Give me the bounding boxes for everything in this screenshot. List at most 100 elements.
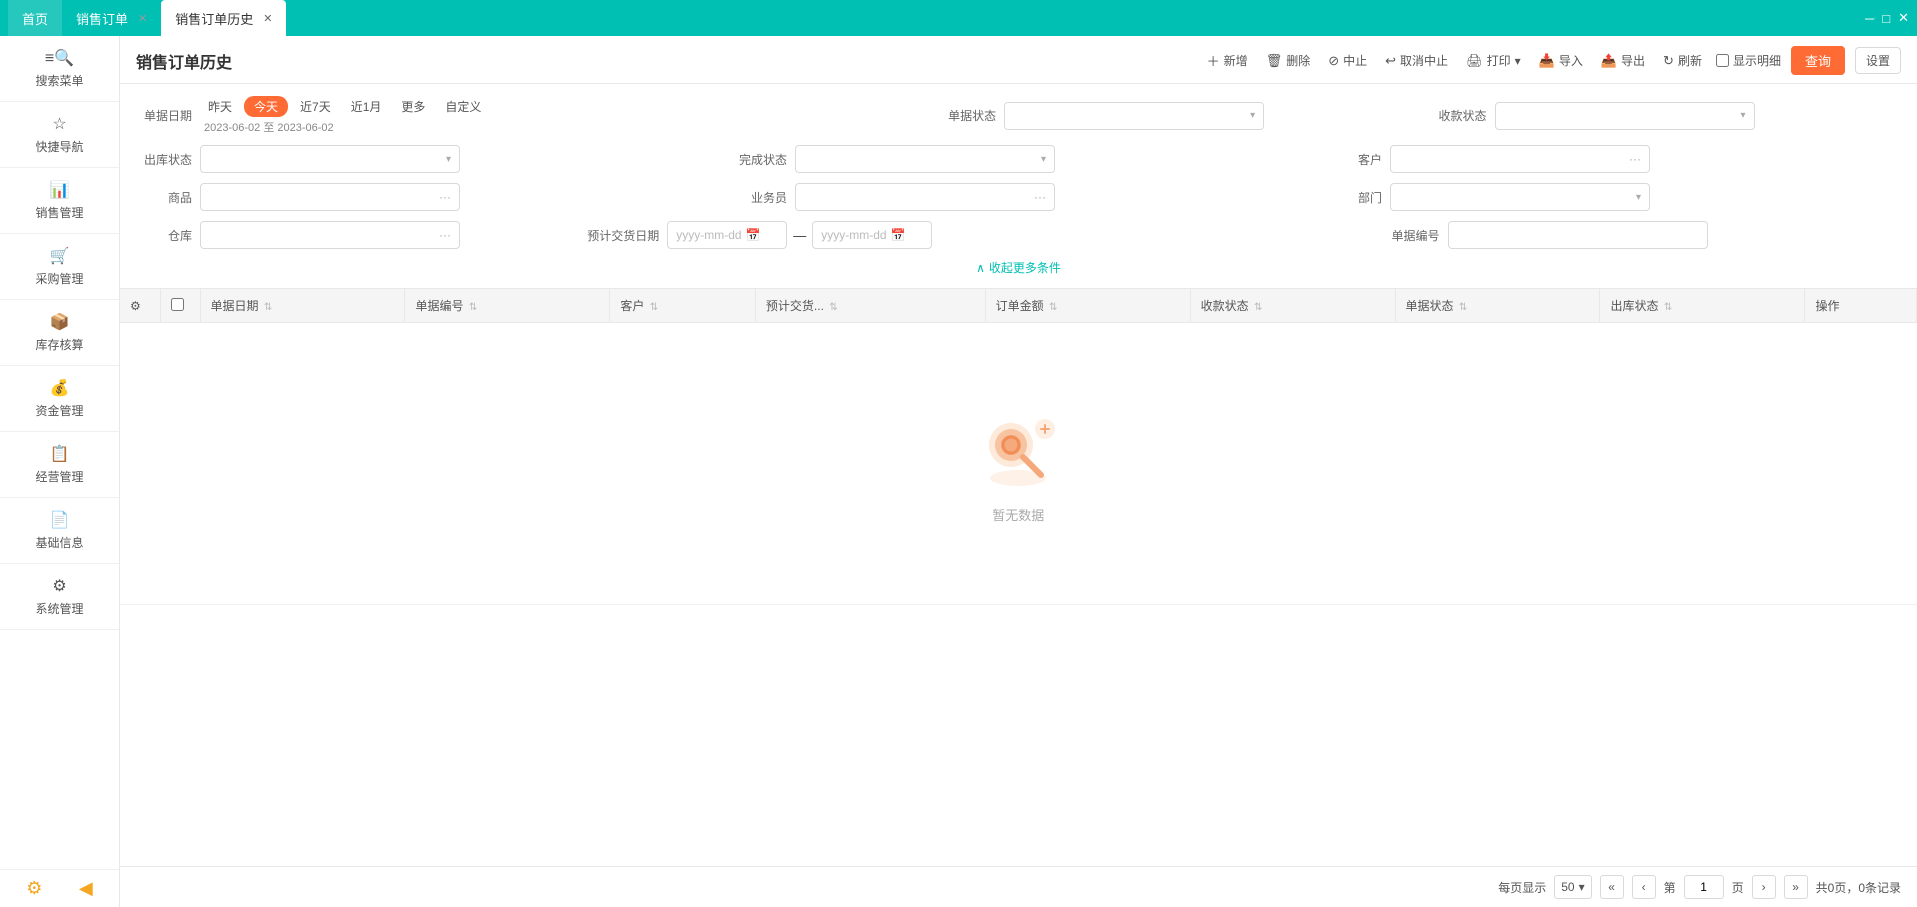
date-yesterday[interactable]: 昨天 [200, 96, 240, 117]
new-icon: ＋ [1207, 51, 1220, 70]
th-doc-status[interactable]: 单据状态 ⇅ [1395, 289, 1600, 323]
settings-button[interactable]: 设置 [1855, 47, 1901, 74]
inventory-icon: 📦 [50, 312, 70, 332]
th-receipt-status[interactable]: 收款状态 ⇅ [1190, 289, 1395, 323]
ops-mgmt-icon: 📋 [50, 444, 70, 464]
date-7days[interactable]: 近7天 [292, 96, 339, 117]
table-body: 暂无数据 [120, 323, 1917, 605]
th-delivery-status[interactable]: 出库状态 ⇅ [1600, 289, 1805, 323]
close-window-btn[interactable]: ✕ [1898, 10, 1909, 26]
filter-row-2: 出库状态 ▾ 完成状态 ▾ 客户 [136, 145, 1901, 173]
export-button[interactable]: 📤 导出 [1597, 50, 1649, 71]
delivery-date-to[interactable]: yyyy-mm-dd 📅 [812, 221, 932, 249]
filter-row-1: 单据日期 昨天 今天 近7天 近1月 更多 自定义 2023-06-02 至 2… [136, 96, 1901, 135]
empty-icon [973, 403, 1063, 493]
th-expected-delivery-label: 预计交货... [766, 299, 824, 313]
goods-input[interactable]: ··· [200, 183, 460, 211]
query-button[interactable]: 查询 [1791, 46, 1845, 75]
date-range-display: 2023-06-02 至 2023-06-02 [204, 119, 489, 135]
th-doc-number[interactable]: 单据编号 ⇅ [405, 289, 610, 323]
sidebar-item-quick-nav[interactable]: ☆ 快捷导航 [0, 102, 119, 168]
quick-nav-icon: ☆ [52, 114, 66, 134]
stop-label: 中止 [1343, 52, 1367, 69]
stop-button[interactable]: ⊘ 中止 [1324, 50, 1371, 71]
sidebar-item-purchase-mgmt[interactable]: 🛒 采购管理 [0, 234, 119, 300]
delivery-date-label: 预计交货日期 [587, 227, 659, 244]
department-label: 部门 [1326, 189, 1382, 206]
prev-page-btn[interactable]: ‹ [1632, 875, 1656, 899]
receipt-status-label: 收款状态 [1431, 107, 1487, 124]
th-expected-delivery[interactable]: 预计交货... ⇅ [755, 289, 985, 323]
tab-sales-order-label: 销售订单 [76, 9, 128, 28]
filter-doc-number: 单据编号 [1384, 221, 1902, 249]
tab-sales-order-close[interactable]: ✕ [138, 12, 147, 25]
sidebar-settings-icon[interactable]: ⚙ [26, 878, 42, 899]
tab-home[interactable]: 首页 [8, 0, 62, 36]
th-checkbox[interactable] [160, 289, 200, 323]
sidebar-item-sys-mgmt[interactable]: ⚙ 系统管理 [0, 564, 119, 630]
th-doc-date[interactable]: 单据日期 ⇅ [200, 289, 405, 323]
date-today[interactable]: 今天 [244, 96, 288, 117]
print-button[interactable]: 🖨 打印 ▾ [1462, 50, 1525, 71]
customer-input[interactable]: ··· [1390, 145, 1650, 173]
page-number-input[interactable] [1684, 875, 1724, 899]
completion-status-select[interactable]: ▾ [795, 145, 1055, 173]
tab-sales-order[interactable]: 销售订单 ✕ [62, 0, 161, 36]
delete-button[interactable]: 🗑 删除 [1262, 50, 1315, 71]
sidebar-item-capital-mgmt[interactable]: 💰 资金管理 [0, 366, 119, 432]
delivery-date-to-value: yyyy-mm-dd [821, 228, 886, 242]
sidebar-item-sales-mgmt-label: 销售管理 [35, 204, 83, 221]
collapse-filter-btn[interactable]: ∧ 收起更多条件 [136, 259, 1901, 276]
filter-customer: 客户 ··· [1326, 145, 1901, 173]
doc-number-label: 单据编号 [1384, 227, 1440, 244]
search-menu-icon: ≡🔍 [45, 48, 74, 68]
th-order-amount[interactable]: 订单金额 ⇅ [985, 289, 1190, 323]
filter-row-3: 商品 ··· 业务员 ··· 部门 [136, 183, 1901, 211]
sidebar-item-purchase-mgmt-label: 采购管理 [35, 270, 83, 287]
receipt-status-select[interactable]: ▾ [1495, 102, 1755, 130]
date-more[interactable]: 更多 [393, 96, 433, 117]
minimize-btn[interactable]: ─ [1865, 11, 1874, 26]
sort-delivery-status-icon: ⇅ [1664, 302, 1672, 313]
cancel-stop-button[interactable]: ↩ 取消中止 [1381, 50, 1452, 71]
date-custom[interactable]: 自定义 [437, 96, 489, 117]
select-all-checkbox[interactable] [171, 298, 184, 311]
th-settings[interactable]: ⚙ [120, 289, 160, 323]
sidebar-item-search-menu[interactable]: ≡🔍 搜索菜单 [0, 36, 119, 102]
last-page-btn[interactable]: » [1784, 875, 1808, 899]
department-select[interactable]: ▾ [1390, 183, 1650, 211]
prev-page-icon: ‹ [1642, 880, 1646, 894]
salesperson-label: 业务员 [731, 189, 787, 206]
date-1month[interactable]: 近1月 [343, 96, 390, 117]
maximize-btn[interactable]: □ [1882, 11, 1890, 26]
doc-number-input[interactable] [1448, 221, 1708, 249]
tab-sales-order-history[interactable]: 销售订单历史 ✕ [161, 0, 286, 36]
display-columns-checkbox[interactable] [1716, 54, 1729, 67]
tab-sales-order-history-close[interactable]: ✕ [263, 12, 272, 25]
display-columns-check[interactable]: 显示明细 [1716, 52, 1781, 69]
delivery-status-select[interactable]: ▾ [200, 145, 460, 173]
tab-sales-order-history-label: 销售订单历史 [175, 9, 253, 28]
print-icon: 🖨 [1466, 53, 1483, 69]
new-button[interactable]: ＋ 新增 [1203, 49, 1252, 72]
refresh-button[interactable]: ↻ 刷新 [1659, 50, 1706, 71]
pagination-bar: 每页显示 50 ▾ « ‹ 第 页 › » 共0页，0条记录 [120, 866, 1917, 907]
th-delivery-status-label: 出库状态 [1610, 299, 1658, 313]
sidebar-collapse-icon[interactable]: ◀ [79, 878, 93, 899]
sidebar-item-basic-info[interactable]: 📄 基础信息 [0, 498, 119, 564]
sidebar-item-sales-mgmt[interactable]: 📊 销售管理 [0, 168, 119, 234]
import-button[interactable]: 📥 导入 [1535, 50, 1587, 71]
th-customer[interactable]: 客户 ⇅ [610, 289, 756, 323]
sidebar-item-inventory[interactable]: 📦 库存核算 [0, 300, 119, 366]
delivery-date-from[interactable]: yyyy-mm-dd 📅 [667, 221, 787, 249]
doc-status-select[interactable]: ▾ [1004, 102, 1264, 130]
first-page-btn[interactable]: « [1600, 875, 1624, 899]
next-page-btn[interactable]: › [1752, 875, 1776, 899]
salesperson-input[interactable]: ··· [795, 183, 1055, 211]
page-size-select[interactable]: 50 ▾ [1554, 875, 1591, 899]
sidebar: ≡🔍 搜索菜单 ☆ 快捷导航 📊 销售管理 🛒 采购管理 📦 库存核算 💰 资金… [0, 36, 120, 907]
sort-receipt-status-icon: ⇅ [1254, 302, 1262, 313]
warehouse-input[interactable]: ··· [200, 221, 460, 249]
sidebar-item-ops-mgmt[interactable]: 📋 经营管理 [0, 432, 119, 498]
calendar-to-icon: 📅 [891, 228, 906, 242]
